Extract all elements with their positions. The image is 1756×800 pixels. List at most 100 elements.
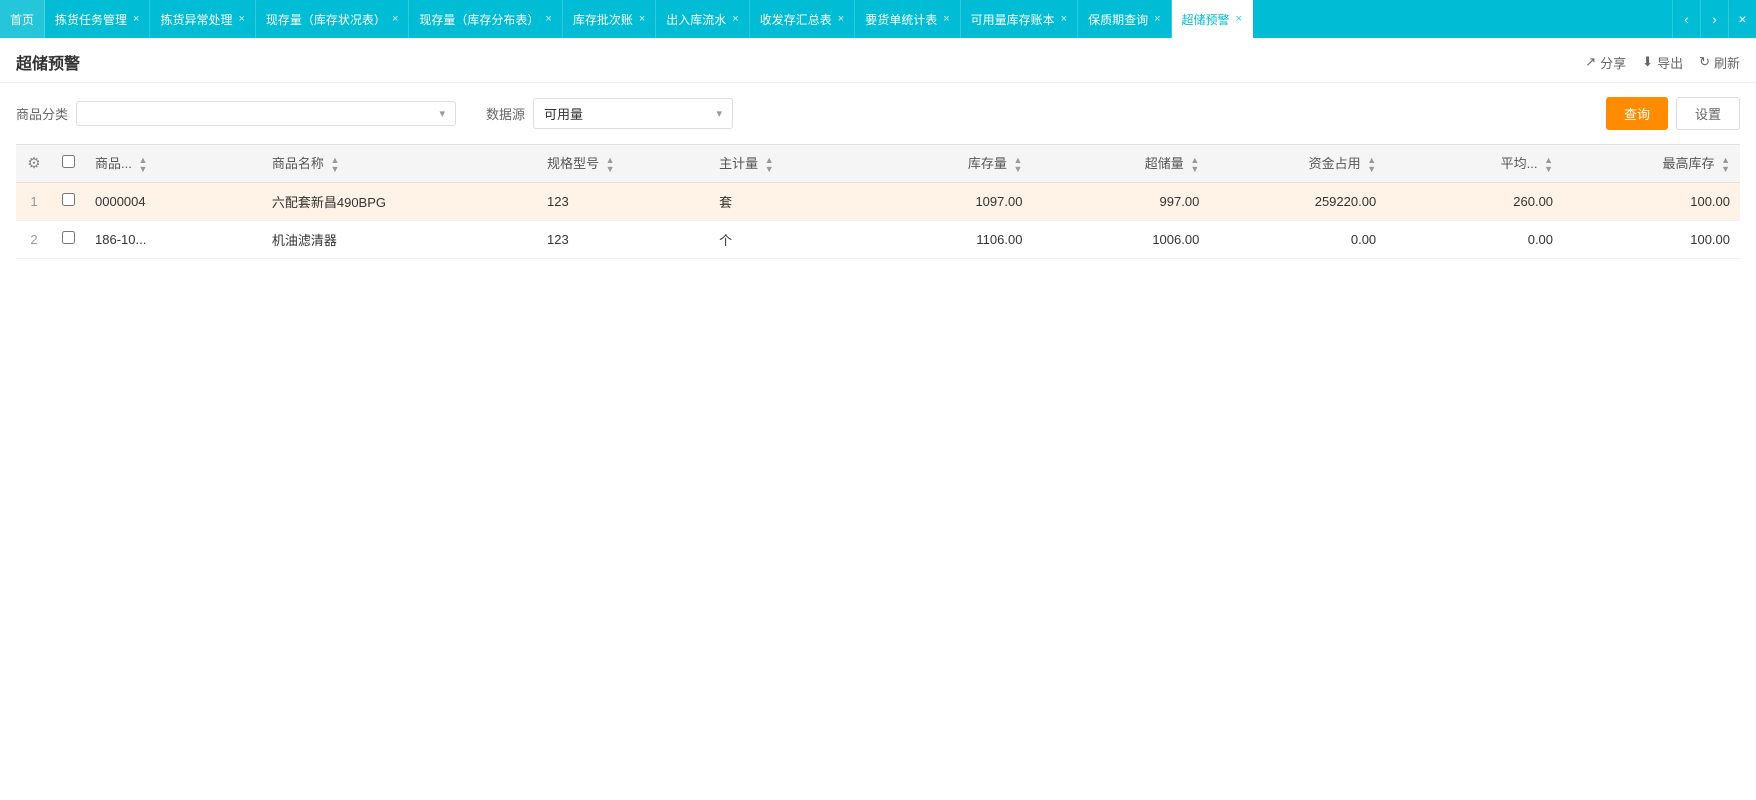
export-button[interactable]: ⬇ 导出 bbox=[1642, 53, 1683, 72]
table-header-row: ⚙ 商品... ▲▼ 商品名称 ▲▼ 规格型号 ▲▼ 主计 bbox=[16, 145, 1740, 183]
nav-available-ledger[interactable]: 可用量库存账本 × bbox=[961, 0, 1078, 38]
row-spec-1: 123 bbox=[537, 182, 709, 220]
header-actions: ↗ 分享 ⬇ 导出 ↻ 刷新 bbox=[1585, 53, 1740, 72]
nav-arrows: ‹ › × bbox=[1672, 0, 1756, 38]
export-icon: ⬇ bbox=[1642, 54, 1653, 70]
table-container: ⚙ 商品... ▲▼ 商品名称 ▲▼ 规格型号 ▲▼ 主计 bbox=[0, 144, 1756, 259]
row-max-stock-1: 100.00 bbox=[1563, 182, 1740, 220]
sort-overstock-icon: ▲▼ bbox=[1190, 156, 1199, 174]
nav-order-stats[interactable]: 要货单统计表 × bbox=[855, 0, 960, 38]
row-avg-1: 260.00 bbox=[1386, 182, 1563, 220]
row-name-2: 机油滤清器 bbox=[262, 220, 537, 258]
sort-stock-icon: ▲▼ bbox=[1014, 156, 1023, 174]
sort-capital-icon: ▲▼ bbox=[1367, 156, 1376, 174]
row-checkbox-2[interactable] bbox=[52, 220, 85, 258]
top-nav: 首页 拣货任务管理 × 拣货异常处理 × 现存量（库存状况表） × 现存量（库存… bbox=[0, 0, 1756, 38]
sort-name-icon: ▲▼ bbox=[331, 156, 340, 174]
sort-max-stock-icon: ▲▼ bbox=[1721, 156, 1730, 174]
close-expiry[interactable]: × bbox=[1154, 13, 1160, 25]
row-max-stock-2: 100.00 bbox=[1563, 220, 1740, 258]
row-stock-1: 1097.00 bbox=[856, 182, 1033, 220]
nav-inventory-status[interactable]: 现存量（库存状况表） × bbox=[256, 0, 409, 38]
sort-avg-icon: ▲▼ bbox=[1544, 156, 1553, 174]
close-inventory-status[interactable]: × bbox=[392, 13, 398, 25]
refresh-button[interactable]: ↻ 刷新 bbox=[1699, 53, 1740, 72]
th-checkbox bbox=[52, 145, 85, 183]
th-stock[interactable]: 库存量 ▲▼ bbox=[856, 145, 1033, 183]
row-stock-2: 1106.00 bbox=[856, 220, 1033, 258]
nav-inout-flow[interactable]: 出入库流水 × bbox=[656, 0, 749, 38]
datasource-arrow-icon: ▾ bbox=[717, 107, 723, 120]
row-select-1[interactable] bbox=[62, 193, 75, 206]
query-button[interactable]: 查询 bbox=[1606, 97, 1668, 130]
row-avg-2: 0.00 bbox=[1386, 220, 1563, 258]
row-capital-2: 0.00 bbox=[1209, 220, 1386, 258]
close-order-stats[interactable]: × bbox=[943, 13, 949, 25]
nav-task-mgmt[interactable]: 拣货任务管理 × bbox=[45, 0, 150, 38]
close-summary[interactable]: × bbox=[838, 13, 844, 25]
overstock-table: ⚙ 商品... ▲▼ 商品名称 ▲▼ 规格型号 ▲▼ 主计 bbox=[16, 144, 1740, 259]
th-spec[interactable]: 规格型号 ▲▼ bbox=[537, 145, 709, 183]
nav-overstock[interactable]: 超储预警 × bbox=[1172, 0, 1253, 38]
nav-summary[interactable]: 收发存汇总表 × bbox=[750, 0, 855, 38]
th-avg[interactable]: 平均... ▲▼ bbox=[1386, 145, 1563, 183]
row-num-1: 1 bbox=[16, 182, 52, 220]
nav-expiry[interactable]: 保质期查询 × bbox=[1078, 0, 1171, 38]
settings-button[interactable]: 设置 bbox=[1676, 97, 1740, 130]
refresh-icon: ↻ bbox=[1699, 54, 1710, 70]
row-unit-2: 个 bbox=[709, 220, 856, 258]
category-select[interactable]: ▾ bbox=[76, 101, 456, 126]
row-spec-2: 123 bbox=[537, 220, 709, 258]
page-header: 超储预警 ↗ 分享 ⬇ 导出 ↻ 刷新 bbox=[0, 38, 1756, 83]
th-gear: ⚙ bbox=[16, 145, 52, 183]
datasource-label: 数据源 bbox=[486, 104, 525, 123]
nav-exception[interactable]: 拣货异常处理 × bbox=[150, 0, 255, 38]
datasource-filter-group: 数据源 可用量 ▾ bbox=[486, 98, 733, 129]
row-code-2: 186-10... bbox=[85, 220, 262, 258]
datasource-select[interactable]: 可用量 ▾ bbox=[533, 98, 733, 129]
close-batch-account[interactable]: × bbox=[639, 13, 645, 25]
category-arrow-icon: ▾ bbox=[439, 107, 445, 120]
table-row: 1 0000004 六配套新昌490BPG 123 套 1097.00 997.… bbox=[16, 182, 1740, 220]
filter-area: 商品分类 ▾ 数据源 可用量 ▾ 查询 设置 bbox=[0, 83, 1756, 144]
nav-next-btn[interactable]: › bbox=[1700, 0, 1728, 38]
row-name-1: 六配套新昌490BPG bbox=[262, 182, 537, 220]
close-exception[interactable]: × bbox=[238, 13, 244, 25]
row-select-2[interactable] bbox=[62, 231, 75, 244]
share-icon: ↗ bbox=[1585, 54, 1596, 70]
close-overstock[interactable]: × bbox=[1236, 13, 1242, 25]
th-name[interactable]: 商品名称 ▲▼ bbox=[262, 145, 537, 183]
row-overstock-2: 1006.00 bbox=[1032, 220, 1209, 258]
th-code[interactable]: 商品... ▲▼ bbox=[85, 145, 262, 183]
nav-close-all-btn[interactable]: × bbox=[1728, 0, 1756, 38]
sort-code-icon: ▲▼ bbox=[138, 156, 147, 174]
row-code-1: 0000004 bbox=[85, 182, 262, 220]
row-num-2: 2 bbox=[16, 220, 52, 258]
th-overstock[interactable]: 超储量 ▲▼ bbox=[1032, 145, 1209, 183]
datasource-value: 可用量 bbox=[544, 104, 583, 123]
select-all-checkbox[interactable] bbox=[62, 155, 75, 168]
th-unit[interactable]: 主计量 ▲▼ bbox=[709, 145, 856, 183]
nav-batch-account[interactable]: 库存批次账 × bbox=[563, 0, 656, 38]
nav-prev-btn[interactable]: ‹ bbox=[1672, 0, 1700, 38]
category-label: 商品分类 bbox=[16, 104, 68, 123]
th-max-stock[interactable]: 最高库存 ▲▼ bbox=[1563, 145, 1740, 183]
nav-inventory-dist[interactable]: 现存量（库存分布表） × bbox=[409, 0, 562, 38]
row-overstock-1: 997.00 bbox=[1032, 182, 1209, 220]
close-inventory-dist[interactable]: × bbox=[545, 13, 551, 25]
close-task-mgmt[interactable]: × bbox=[133, 13, 139, 25]
close-inout-flow[interactable]: × bbox=[732, 13, 738, 25]
gear-icon[interactable]: ⚙ bbox=[27, 155, 40, 172]
row-capital-1: 259220.00 bbox=[1209, 182, 1386, 220]
sort-unit-icon: ▲▼ bbox=[765, 156, 774, 174]
filter-buttons: 查询 设置 bbox=[1606, 97, 1740, 130]
nav-home[interactable]: 首页 bbox=[0, 0, 45, 38]
share-button[interactable]: ↗ 分享 bbox=[1585, 53, 1626, 72]
th-capital[interactable]: 资金占用 ▲▼ bbox=[1209, 145, 1386, 183]
page-title: 超储预警 bbox=[16, 50, 80, 74]
sort-spec-icon: ▲▼ bbox=[606, 156, 615, 174]
row-unit-1: 套 bbox=[709, 182, 856, 220]
table-body: 1 0000004 六配套新昌490BPG 123 套 1097.00 997.… bbox=[16, 182, 1740, 258]
close-available-ledger[interactable]: × bbox=[1061, 13, 1067, 25]
row-checkbox-1[interactable] bbox=[52, 182, 85, 220]
